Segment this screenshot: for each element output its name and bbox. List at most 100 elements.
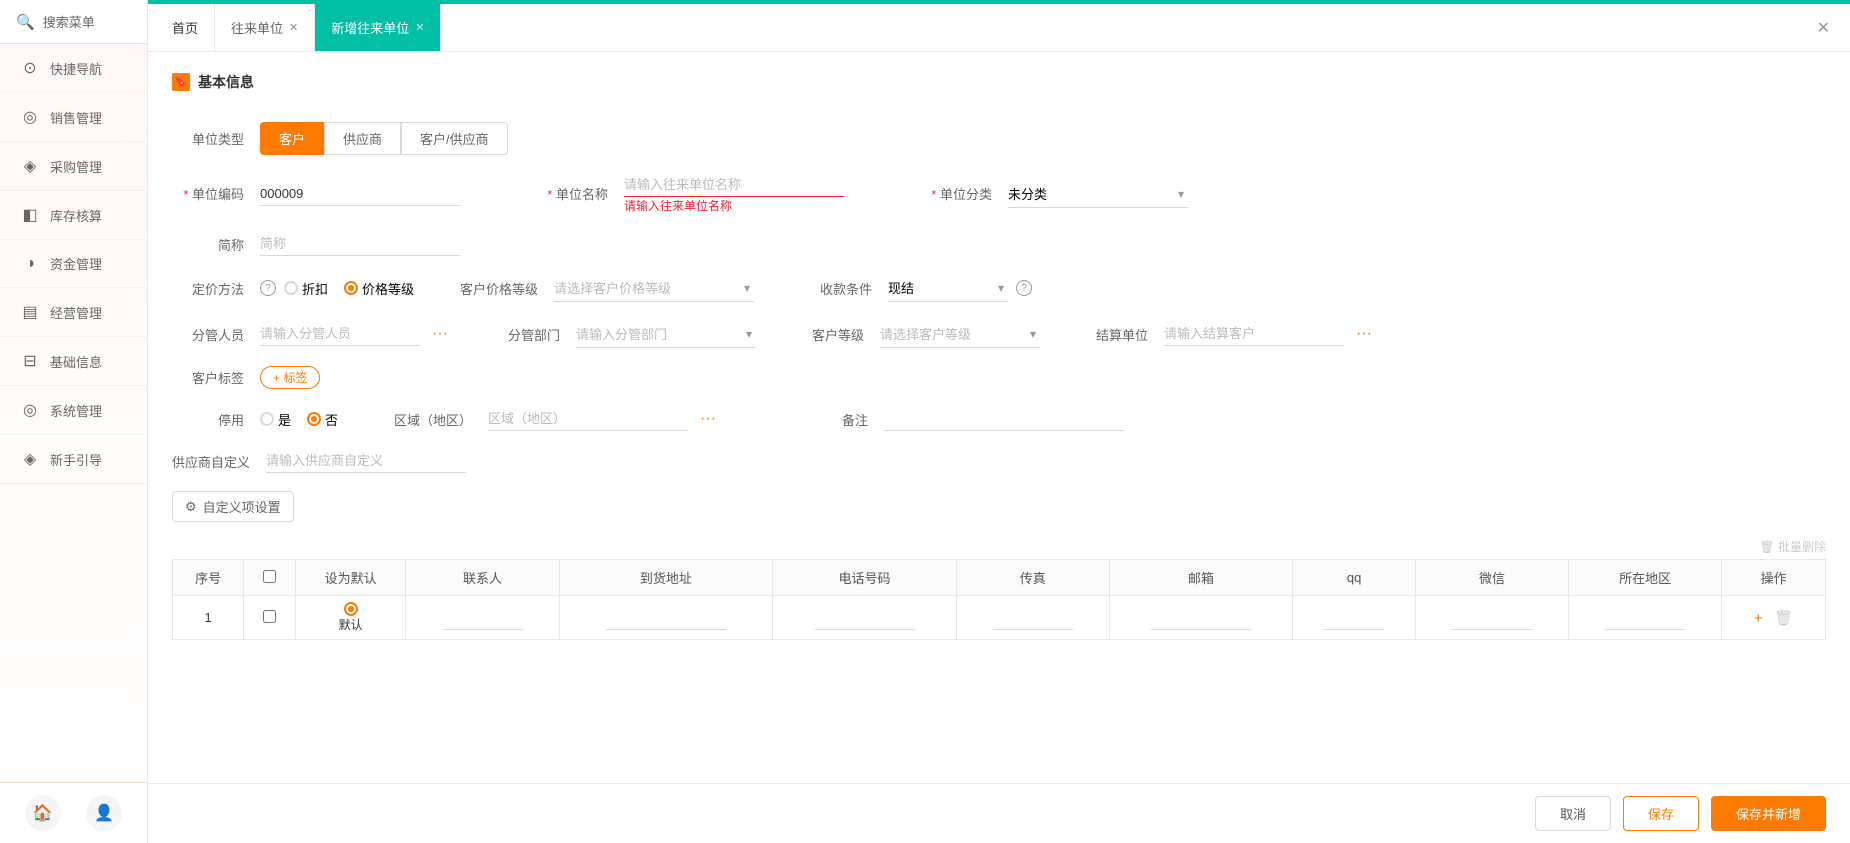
phone-input[interactable] (815, 606, 915, 630)
pricing-pricelevel-label: 价格等级 (362, 279, 414, 298)
row-default: 默认 (295, 596, 406, 640)
unit-category-value[interactable]: 未分类 (1008, 180, 1188, 208)
manager-row: 分管人员 ··· 分管部门 请输入分管部门 客户等级 请选择客户等级 结算单位 (172, 320, 1826, 348)
unit-type-customer[interactable]: 客户 (260, 122, 324, 155)
sidebar-item-label: 销售管理 (50, 108, 102, 127)
col-phone: 电话号码 (773, 560, 956, 596)
unit-code-input[interactable] (260, 182, 460, 206)
settlement-label: 结算单位 (1076, 325, 1156, 344)
region-td-input[interactable] (1605, 606, 1685, 630)
disable-no[interactable]: 否 (307, 410, 338, 429)
unit-type-supplier[interactable]: 供应商 (324, 122, 401, 155)
newguide-icon: ◈ (20, 449, 40, 469)
save-button[interactable]: 保存 (1623, 796, 1699, 831)
sidebar-item-purchase[interactable]: ◈ 采购管理 (0, 142, 147, 191)
col-wechat: 微信 (1415, 560, 1568, 596)
pricing-help-icon[interactable]: ? (260, 280, 276, 296)
row-checkbox[interactable] (263, 610, 276, 623)
col-contact: 联系人 (406, 560, 559, 596)
tag-add-button[interactable]: + 标签 (260, 366, 320, 389)
disable-yes[interactable]: 是 (260, 410, 291, 429)
settlement-more-btn[interactable]: ··· (1352, 325, 1376, 343)
tab-partners-close[interactable]: ✕ (289, 21, 298, 34)
sidebar-item-newguide[interactable]: ◈ 新手引导 (0, 435, 147, 484)
sidebar-item-operation[interactable]: ▤ 经营管理 (0, 288, 147, 337)
payment-terms-value[interactable]: 现结 (888, 274, 1008, 302)
address-input[interactable] (606, 606, 726, 630)
row-actions: + 🗑 (1722, 596, 1826, 640)
remarks-input[interactable] (884, 407, 1124, 431)
custom-setting-button[interactable]: ⚙ 自定义项设置 (172, 491, 294, 522)
row-qq (1293, 596, 1416, 640)
sidebar-item-label: 资金管理 (50, 254, 102, 273)
sidebar-item-inventory[interactable]: ◧ 库存核算 (0, 191, 147, 240)
sidebar-item-label: 采购管理 (50, 157, 102, 176)
cancel-button[interactable]: 取消 (1535, 796, 1611, 831)
pricing-pricelevel[interactable]: 价格等级 (344, 279, 414, 298)
sidebar-footer-home[interactable]: 🏠 (25, 795, 61, 831)
unit-name-field-wrapper: 请输入往来单位名称 (624, 173, 844, 214)
row-delete-btn[interactable]: 🗑 (1770, 607, 1797, 629)
sidebar-item-quicknav[interactable]: ⊙ 快捷导航 (0, 44, 147, 93)
sidebar-item-label: 基础信息 (50, 352, 102, 371)
payment-help-icon[interactable]: ? (1016, 280, 1032, 296)
pricing-discount-radio[interactable] (284, 281, 298, 295)
manager-input[interactable] (260, 322, 420, 346)
supplier-custom-input[interactable] (266, 449, 466, 473)
sidebar-item-system[interactable]: ◎ 系统管理 (0, 386, 147, 435)
disable-yes-label: 是 (278, 410, 291, 429)
row-add-btn[interactable]: + (1750, 608, 1767, 629)
sidebar-search[interactable]: 🔍 搜索菜单 (0, 0, 147, 44)
disable-no-radio[interactable] (307, 412, 321, 426)
sidebar-item-label: 新手引导 (50, 450, 102, 469)
contact-input[interactable] (443, 606, 523, 630)
tab-new-partner-close[interactable]: ✕ (415, 21, 424, 34)
pricing-pricelevel-radio[interactable] (344, 281, 358, 295)
unit-code-name-row: 单位编码 单位名称 请输入往来单位名称 单位分类 未分类 (172, 173, 1826, 214)
unit-type-both[interactable]: 客户/供应商 (401, 122, 508, 155)
batch-delete-icon: 🗑 (1759, 540, 1774, 554)
col-region: 所在地区 (1569, 560, 1722, 596)
system-icon: ◎ (20, 400, 40, 420)
row-contact (406, 596, 559, 640)
tab-new-partner[interactable]: 新增往来单位 ✕ (315, 4, 441, 51)
customer-price-placeholder[interactable]: 请选择客户价格等级 (554, 274, 754, 302)
close-all-tabs[interactable]: ✕ (1805, 18, 1842, 38)
table-row: 1 默认 (173, 596, 1826, 640)
alias-input[interactable] (260, 232, 460, 256)
unit-name-input[interactable] (624, 173, 844, 197)
default-label: 默认 (339, 618, 363, 632)
qq-input[interactable] (1324, 606, 1384, 630)
customer-level-placeholder[interactable]: 请选择客户等级 (880, 320, 1040, 348)
customer-tag-row: 客户标签 + 标签 (172, 366, 1826, 389)
batch-delete-label[interactable]: 批量删除 (1778, 540, 1826, 554)
sidebar-item-basic[interactable]: ⊟ 基础信息 (0, 337, 147, 386)
sidebar-item-label: 库存核算 (50, 206, 102, 225)
col-email: 邮箱 (1109, 560, 1292, 596)
disable-yes-radio[interactable] (260, 412, 274, 426)
pricing-radio-group: 折扣 价格等级 (284, 279, 414, 298)
settlement-input[interactable] (1164, 322, 1344, 346)
tab-new-partner-label: 新增往来单位 (331, 18, 409, 37)
tab-home[interactable]: 首页 (156, 4, 215, 51)
sidebar-footer-user[interactable]: 👤 (86, 795, 122, 831)
sidebar-item-sales[interactable]: ◎ 销售管理 (0, 93, 147, 142)
tab-partners[interactable]: 往来单位 ✕ (215, 4, 315, 51)
unit-code-label: 单位编码 (172, 184, 252, 203)
fax-input[interactable] (993, 606, 1073, 630)
save-new-button[interactable]: 保存并新增 (1711, 796, 1826, 831)
tab-bar: 首页 往来单位 ✕ 新增往来单位 ✕ ✕ (148, 4, 1850, 52)
pricing-discount[interactable]: 折扣 (284, 279, 328, 298)
disable-region-row: 停用 是 否 区域（地区） ··· (172, 407, 1826, 431)
alias-row: 简称 (172, 232, 1826, 256)
sidebar-item-finance[interactable]: ◑ 资金管理 (0, 240, 147, 288)
manager-more-btn[interactable]: ··· (428, 325, 452, 343)
department-placeholder[interactable]: 请输入分管部门 (576, 320, 756, 348)
col-no: 序号 (173, 560, 244, 596)
wechat-input[interactable] (1452, 606, 1532, 630)
region-input[interactable] (488, 407, 688, 431)
default-radio[interactable] (344, 602, 358, 616)
region-more-btn[interactable]: ··· (696, 410, 720, 428)
email-input[interactable] (1151, 606, 1251, 630)
select-all-checkbox[interactable] (263, 570, 276, 583)
